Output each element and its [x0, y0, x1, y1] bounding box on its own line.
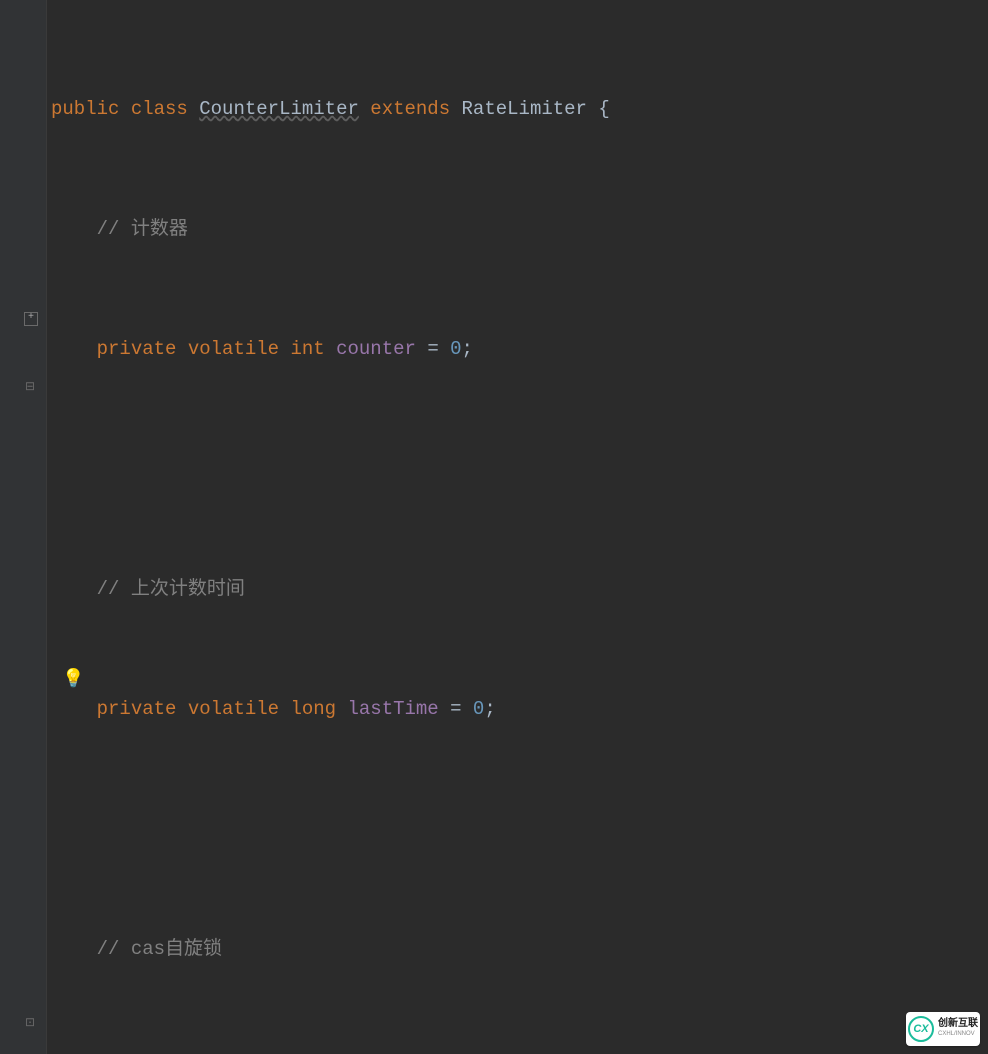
class-name: CounterLimiter [199, 98, 359, 120]
code-area[interactable]: public class CounterLimiter extends Rate… [47, 0, 758, 1054]
code-line[interactable]: public class CounterLimiter extends Rate… [51, 94, 758, 124]
code-line[interactable]: private volatile int counter = 0; [51, 334, 758, 364]
code-line[interactable]: // 上次计数时间 [51, 574, 758, 604]
logo-mark: CX [908, 1016, 934, 1042]
comment: // 上次计数时间 [97, 578, 245, 600]
code-line[interactable]: private volatile long lastTime = 0; [51, 694, 758, 724]
code-line[interactable]: // cas自旋锁 [51, 934, 758, 964]
fold-minus-icon[interactable]: ⊟ [24, 372, 36, 384]
code-line[interactable] [51, 814, 758, 844]
logo-text: 创新互联 [938, 1019, 978, 1029]
comment: // cas自旋锁 [97, 938, 222, 960]
code-editor[interactable]: + ⊟ ⊡ 💡 public class CounterLimiter exte… [0, 0, 988, 1054]
logo-sub: CXHL/INNOV [938, 1029, 978, 1039]
comment: // 计数器 [97, 218, 188, 240]
code-line[interactable]: // 计数器 [51, 214, 758, 244]
gutter: + ⊟ ⊡ [0, 0, 47, 1054]
code-line[interactable] [51, 454, 758, 484]
watermark-logo: CX 创新互联 CXHL/INNOV [906, 1012, 980, 1046]
fold-end-icon[interactable]: ⊡ [24, 1008, 36, 1020]
fold-plus-icon[interactable]: + [24, 312, 38, 326]
